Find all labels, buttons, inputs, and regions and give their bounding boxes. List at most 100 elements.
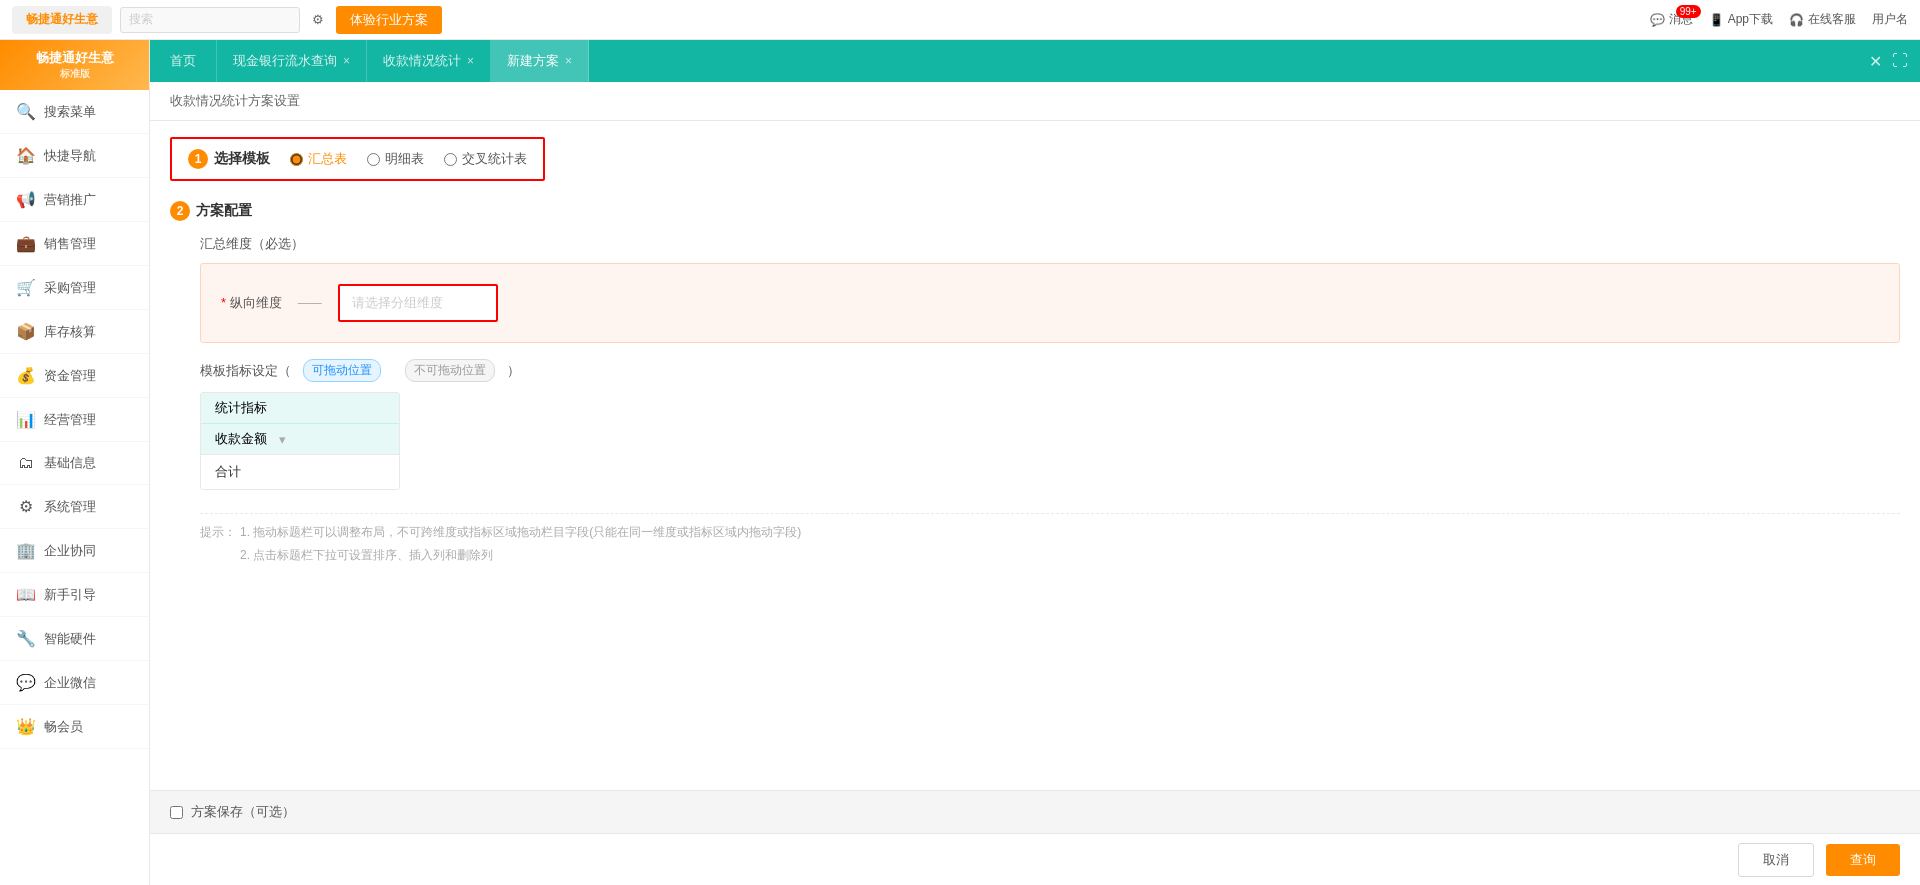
tab-maximize-icon[interactable]: ⛶ xyxy=(1892,52,1908,70)
tab-cash-flow-label: 现金银行流水查询 xyxy=(233,52,337,70)
tab-new-plan[interactable]: 新建方案 × xyxy=(491,40,589,82)
brand-text: 畅捷通好生意 xyxy=(26,11,98,28)
radio-detail-input[interactable] xyxy=(367,153,380,166)
search-icon: 🔍 xyxy=(16,102,36,121)
indicator-header-close-paren: ） xyxy=(507,362,520,380)
sidebar-item-hardware[interactable]: 🔧 智能硬件 xyxy=(0,617,149,661)
page-content: 收款情况统计方案设置 1 选择模板 xyxy=(150,82,1920,833)
app-icon: 📱 xyxy=(1709,13,1724,27)
radio-detail-label: 明细表 xyxy=(385,150,424,168)
dimension-area: * 纵向维度 —— 请选择分组维度 xyxy=(200,263,1900,343)
dropdown-arrow-icon[interactable]: ▾ xyxy=(279,432,286,447)
tab-bar: 首页 现金银行流水查询 × 收款情况统计 × 新建方案 × ✕ ⛶ xyxy=(150,40,1920,82)
app-download-button[interactable]: 📱 App下载 xyxy=(1709,11,1773,28)
cancel-button[interactable]: 取消 xyxy=(1738,843,1814,877)
tab-new-plan-label: 新建方案 xyxy=(507,52,559,70)
sidebar-item-finance[interactable]: 💰 资金管理 xyxy=(0,354,149,398)
service-icon: 🎧 xyxy=(1789,13,1804,27)
query-button[interactable]: 查询 xyxy=(1826,844,1900,876)
tab-new-plan-close[interactable]: × xyxy=(565,54,572,68)
sidebar-label: 企业微信 xyxy=(44,674,96,692)
message-badge: 99+ xyxy=(1676,5,1701,18)
indicator-total-label: 合计 xyxy=(215,463,241,481)
sidebar-item-basic-info[interactable]: 🗂 基础信息 xyxy=(0,442,149,485)
top-bar: 畅捷通好生意 搜索 ⚙ 体验行业方案 💬 消息 99+ 📱 App下载 🎧 在线… xyxy=(0,0,1920,40)
hint-text-1: 1. 拖动标题栏可以调整布局，不可跨维度或指标区域拖动栏目字段(只能在同一维度或… xyxy=(240,524,801,541)
radio-summary[interactable]: 汇总表 xyxy=(290,150,347,168)
tab-close-all-icon[interactable]: ✕ xyxy=(1869,52,1882,71)
content-area: 首页 现金银行流水查询 × 收款情况统计 × 新建方案 × ✕ ⛶ xyxy=(150,40,1920,885)
sidebar-item-sales[interactable]: 💼 销售管理 xyxy=(0,222,149,266)
sidebar-label: 基础信息 xyxy=(44,454,96,472)
radio-cross-input[interactable] xyxy=(444,153,457,166)
radio-cross[interactable]: 交叉统计表 xyxy=(444,150,527,168)
top-search-input[interactable]: 搜索 xyxy=(120,7,300,33)
save-option-label: 方案保存（可选） xyxy=(191,803,295,821)
dimension-select[interactable]: 请选择分组维度 xyxy=(338,284,498,322)
sidebar-label: 资金管理 xyxy=(44,367,96,385)
sidebar-item-member[interactable]: 👑 畅会员 xyxy=(0,705,149,749)
form-area: 1 选择模板 汇总表 明细表 xyxy=(150,121,1920,790)
sidebar-item-guide[interactable]: 📖 新手引导 xyxy=(0,573,149,617)
section-num-2: 2 xyxy=(170,201,190,221)
marketing-icon: 📢 xyxy=(16,190,36,209)
section-title-2: 方案配置 xyxy=(196,202,252,220)
radio-detail[interactable]: 明细表 xyxy=(367,150,424,168)
logo-main: 畅捷通好生意 xyxy=(36,49,114,67)
save-checkbox[interactable] xyxy=(170,806,183,819)
message-button[interactable]: 💬 消息 99+ xyxy=(1650,11,1693,28)
sidebar-item-search[interactable]: 🔍 搜索菜单 xyxy=(0,90,149,134)
sidebar-label: 库存核算 xyxy=(44,323,96,341)
sidebar-item-management[interactable]: 📊 经营管理 xyxy=(0,398,149,442)
radio-summary-input[interactable] xyxy=(290,153,303,166)
hardware-icon: 🔧 xyxy=(16,629,36,648)
sidebar-label: 系统管理 xyxy=(44,498,96,516)
indicator-total-row: 合计 xyxy=(201,454,399,489)
sidebar-label: 畅会员 xyxy=(44,718,83,736)
sidebar-label: 营销推广 xyxy=(44,191,96,209)
tab-collection-stats[interactable]: 收款情况统计 × xyxy=(367,40,491,82)
top-bar-right: 💬 消息 99+ 📱 App下载 🎧 在线客服 用户名 xyxy=(1650,11,1908,28)
section-template-header: 1 选择模板 汇总表 明细表 xyxy=(170,137,1900,181)
hint-section: 提示： 1. 拖动标题栏可以调整布局，不可跨维度或指标区域拖动栏目字段(只能在同… xyxy=(200,513,1900,580)
section-num-1: 1 xyxy=(188,149,208,169)
hint-prefix: 提示： xyxy=(200,524,236,541)
sidebar-item-enterprise[interactable]: 🏢 企业协同 xyxy=(0,529,149,573)
template-selection-box: 1 选择模板 汇总表 明细表 xyxy=(170,137,545,181)
sidebar-item-wechat[interactable]: 💬 企业微信 xyxy=(0,661,149,705)
sidebar-logo: 畅捷通好生意 标准版 xyxy=(0,40,149,90)
section-config: 2 方案配置 汇总维度（必选） * 纵向维度 —— xyxy=(170,201,1900,580)
wechat-icon: 💬 xyxy=(16,673,36,692)
online-service-label: 在线客服 xyxy=(1808,11,1856,28)
tab-cash-flow[interactable]: 现金银行流水查询 × xyxy=(217,40,367,82)
breadcrumb: 收款情况统计方案设置 xyxy=(170,93,300,108)
online-service-button[interactable]: 🎧 在线客服 xyxy=(1789,11,1856,28)
settings-icon[interactable]: ⚙ xyxy=(308,10,328,30)
tab-cash-flow-close[interactable]: × xyxy=(343,54,350,68)
tab-collection-close[interactable]: × xyxy=(467,54,474,68)
management-icon: 📊 xyxy=(16,410,36,429)
sidebar-item-system[interactable]: ⚙ 系统管理 xyxy=(0,485,149,529)
radio-summary-label: 汇总表 xyxy=(308,150,347,168)
tab-home[interactable]: 首页 xyxy=(150,40,217,82)
dimension-label: 汇总维度（必选） xyxy=(200,235,1900,253)
user-name[interactable]: 用户名 xyxy=(1872,11,1908,28)
inventory-icon: 📦 xyxy=(16,322,36,341)
indicator-title: 统计指标 xyxy=(215,399,267,417)
industry-button[interactable]: 体验行业方案 xyxy=(336,6,442,34)
indicator-col-row[interactable]: 收款金额 ▾ xyxy=(201,423,399,454)
home-icon: 🏠 xyxy=(16,146,36,165)
sidebar-item-purchase[interactable]: 🛒 采购管理 xyxy=(0,266,149,310)
vertical-dim-label: * 纵向维度 xyxy=(221,294,282,312)
top-bar-left: 畅捷通好生意 搜索 ⚙ 体验行业方案 xyxy=(12,6,442,34)
dimension-placeholder: 请选择分组维度 xyxy=(352,294,443,312)
sidebar-item-inventory[interactable]: 📦 库存核算 xyxy=(0,310,149,354)
movable-tag: 可拖动位置 xyxy=(303,359,381,382)
indicator-table-header: 统计指标 xyxy=(201,393,399,423)
sales-icon: 💼 xyxy=(16,234,36,253)
sidebar-item-home[interactable]: 🏠 快捷导航 xyxy=(0,134,149,178)
sidebar: 畅捷通好生意 标准版 🔍 搜索菜单 🏠 快捷导航 📢 营销推广 💼 销售管理 🛒… xyxy=(0,40,150,885)
sidebar-label: 经营管理 xyxy=(44,411,96,429)
sidebar-item-marketing[interactable]: 📢 营销推广 xyxy=(0,178,149,222)
immovable-tag: 不可拖动位置 xyxy=(405,359,495,382)
